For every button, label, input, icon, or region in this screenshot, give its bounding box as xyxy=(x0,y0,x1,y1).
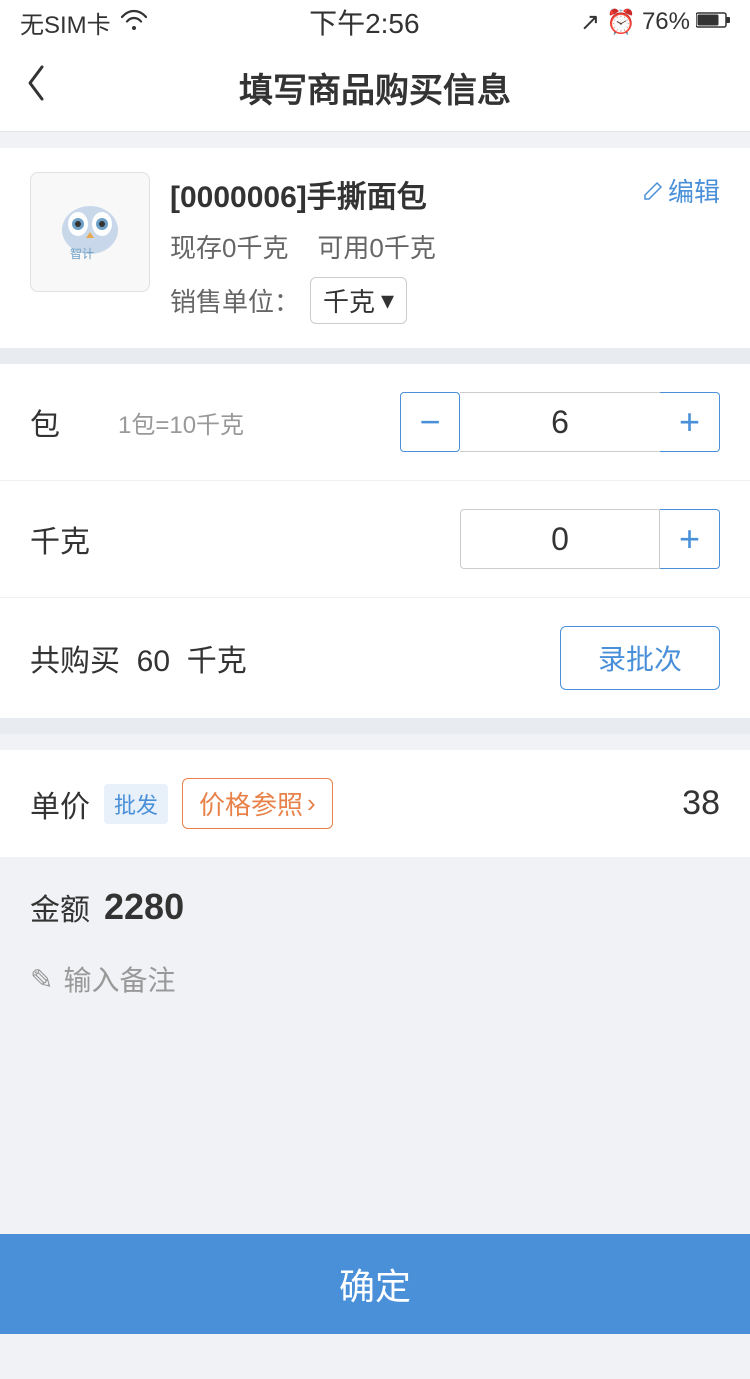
price-ref-button[interactable]: 价格参照 › xyxy=(182,778,333,829)
remark-icon: ✎ xyxy=(30,963,53,996)
batch-button[interactable]: 录批次 xyxy=(560,626,720,690)
price-row: 单价 批发 价格参照 › 38 xyxy=(30,778,720,829)
price-ref-icon: › xyxy=(307,788,316,819)
amount-row: 金额 2280 xyxy=(30,885,720,949)
batch-btn-label: 录批次 xyxy=(598,638,682,678)
price-section: 单价 批发 价格参照 › 38 xyxy=(0,750,750,857)
stock-text: 现存0千克 xyxy=(170,233,288,263)
divider-2 xyxy=(0,718,750,734)
unit-label: 销售单位： xyxy=(170,282,300,319)
package-input[interactable] xyxy=(460,392,660,452)
page-title: 填写商品购买信息 xyxy=(239,63,511,112)
kg-input-row: 千克 + xyxy=(0,481,750,598)
kg-label: 千克 xyxy=(30,517,110,561)
kg-input[interactable] xyxy=(460,509,660,569)
unit-dropdown-icon: ▾ xyxy=(381,285,394,316)
unit-value: 千克 xyxy=(323,282,375,319)
product-card: 智计 [0000006]手撕面包 编辑 现存0千克 可用0千克 销售单位： 千克… xyxy=(0,148,750,348)
input-section: 包 1包=10千克 − + 千克 + 共购买 60 千克 录批次 xyxy=(0,364,750,718)
confirm-btn-label: 确定 xyxy=(339,1258,411,1310)
alarm-icon: ⏰ xyxy=(606,8,636,37)
amount-value: 2280 xyxy=(104,886,184,928)
price-label: 单价 xyxy=(30,782,90,826)
kg-stepper: + xyxy=(460,509,720,569)
back-button[interactable] xyxy=(24,63,48,112)
status-time: 下午2:56 xyxy=(309,2,420,42)
total-quantity: 60 xyxy=(137,645,170,678)
package-decrement-button[interactable]: − xyxy=(400,392,460,452)
battery-icon xyxy=(696,8,730,36)
remark-label: 输入备注 xyxy=(63,959,175,999)
divider-1 xyxy=(0,348,750,364)
svg-text:智计: 智计 xyxy=(70,246,94,261)
total-text: 共购买 60 千克 xyxy=(30,636,247,680)
product-logo-icon: 智计 xyxy=(50,186,130,278)
total-label: 共购买 xyxy=(30,645,120,678)
edit-button[interactable]: 编辑 xyxy=(642,172,720,209)
package-increment-button[interactable]: + xyxy=(660,392,720,452)
package-input-row: 包 1包=10千克 − + xyxy=(0,364,750,481)
status-right: ↗ ⏰ 76% xyxy=(580,8,730,37)
battery-percent: 76% xyxy=(642,8,690,36)
product-stock: 现存0千克 可用0千克 xyxy=(170,228,720,265)
product-unit-row: 销售单位： 千克 ▾ xyxy=(170,277,720,324)
confirm-button[interactable]: 确定 xyxy=(0,1234,750,1334)
package-label: 包 xyxy=(30,400,110,444)
package-stepper: − + xyxy=(400,392,720,452)
total-row: 共购买 60 千克 录批次 xyxy=(0,598,750,718)
kg-increment-button[interactable]: + xyxy=(660,509,720,569)
edit-label: 编辑 xyxy=(668,172,720,209)
price-ref-label: 价格参照 xyxy=(199,785,303,822)
unit-select[interactable]: 千克 ▾ xyxy=(310,277,407,324)
product-info: [0000006]手撕面包 编辑 现存0千克 可用0千克 销售单位： 千克 ▾ xyxy=(170,172,720,324)
carrier-text: 无SIM卡 xyxy=(20,5,111,40)
product-name: [0000006]手撕面包 xyxy=(170,172,427,216)
wholesale-tag: 批发 xyxy=(104,784,168,824)
remark-row[interactable]: ✎ 输入备注 xyxy=(30,949,720,1019)
package-sublabel: 1包=10千克 xyxy=(118,405,400,440)
amount-section: 金额 2280 ✎ 输入备注 xyxy=(0,857,750,1019)
total-unit: 千克 xyxy=(187,645,247,678)
amount-label: 金额 xyxy=(30,885,90,929)
status-left: 无SIM卡 xyxy=(20,5,149,40)
status-bar: 无SIM卡 下午2:56 ↗ ⏰ 76% xyxy=(0,0,750,44)
product-image: 智计 xyxy=(30,172,150,292)
available-text: 可用0千克 xyxy=(317,233,435,263)
location-icon: ↗ xyxy=(580,8,600,37)
price-value: 38 xyxy=(682,784,720,823)
nav-bar: 填写商品购买信息 xyxy=(0,44,750,132)
wifi-signal-icon xyxy=(119,8,149,37)
